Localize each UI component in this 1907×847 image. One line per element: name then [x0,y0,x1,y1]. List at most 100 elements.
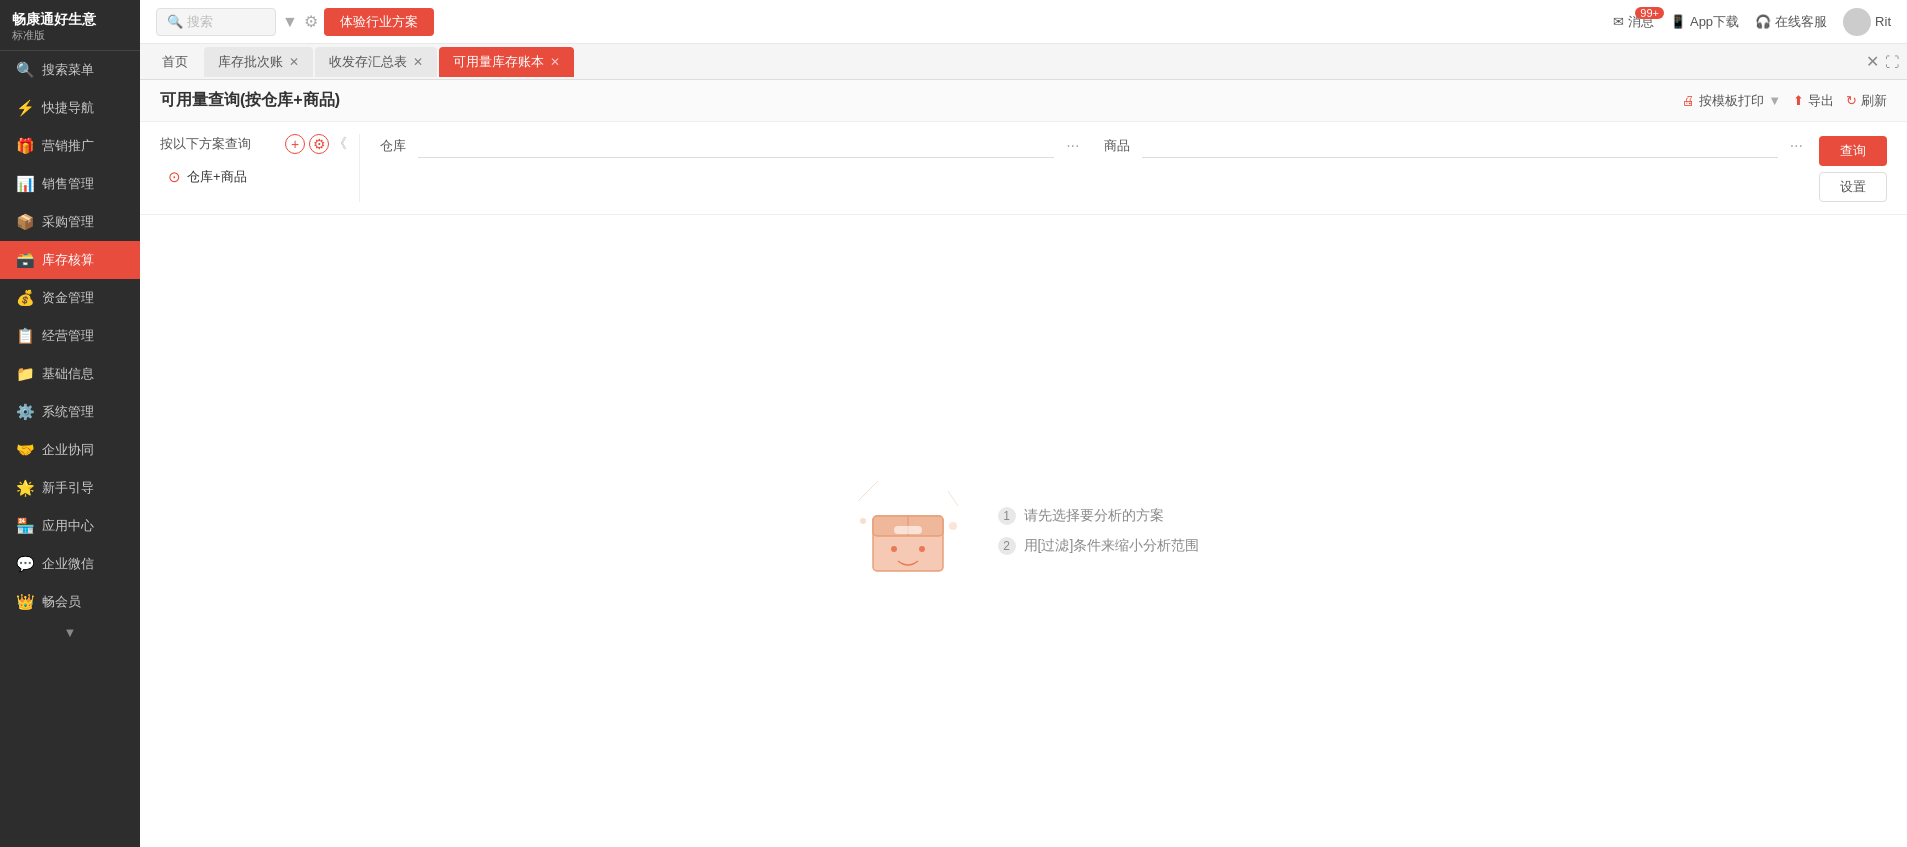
sidebar-item-member[interactable]: 👑 畅会员 [0,583,140,621]
app-download-label: App下载 [1690,13,1739,31]
sidebar-item-finance[interactable]: 💰 资金管理 [0,279,140,317]
sidebar-item-quicknav[interactable]: ⚡ 快捷导航 [0,89,140,127]
tab-available-stock-close[interactable]: ✕ [550,55,560,69]
tab-available-stock-label: 可用量库存账本 [453,53,544,71]
sidebar-item-label: 快捷导航 [42,99,94,117]
refresh-label: 刷新 [1861,92,1887,110]
phone-icon: 📱 [1670,14,1686,29]
filter-row: 仓库 ··· 商品 ··· [380,134,1807,158]
tip-text-2: 用[过滤]条件来缩小分析范围 [1024,537,1200,555]
sidebar-item-purchase[interactable]: 📦 采购管理 [0,203,140,241]
query-button[interactable]: 查询 [1819,136,1887,166]
sidebar-item-wechat[interactable]: 💬 企业微信 [0,545,140,583]
print-button[interactable]: 🖨 按模板打印 ▼ [1682,92,1781,110]
sidebar-item-cooperation[interactable]: 🤝 企业协同 [0,431,140,469]
sidebar-item-label: 企业协同 [42,441,94,459]
sidebar-item-label: 企业微信 [42,555,94,573]
warehouse-input[interactable] [418,134,1054,158]
empty-tips: 1 请先选择要分析的方案 2 用[过滤]条件来缩小分析范围 [998,507,1200,555]
sidebar-item-label: 新手引导 [42,479,94,497]
scheme-collapse-button[interactable]: 《 [333,135,347,153]
app-download-link[interactable]: 📱 App下载 [1670,13,1739,31]
tab-batch-account[interactable]: 库存批次账 ✕ [204,47,313,77]
sidebar-item-guide[interactable]: 🌟 新手引导 [0,469,140,507]
empty-tip-1: 1 请先选择要分析的方案 [998,507,1200,525]
gift-icon: 🎁 [16,137,34,155]
sidebar-item-inventory[interactable]: 🗃️ 库存核算 [0,241,140,279]
tab-batch-account-label: 库存批次账 [218,53,283,71]
product-input[interactable] [1142,134,1778,158]
sidebar-item-search[interactable]: 🔍 搜索菜单 [0,51,140,89]
tab-receipt-summary-label: 收发存汇总表 [329,53,407,71]
online-service-link[interactable]: 🎧 在线客服 [1755,13,1827,31]
sidebar-item-sales[interactable]: 📊 销售管理 [0,165,140,203]
crown-icon: 👑 [16,593,34,611]
message-count: 99+ [1635,7,1664,19]
sidebar-scroll-down[interactable]: ▼ [0,621,140,644]
sidebar-item-appcenter[interactable]: 🏪 应用中心 [0,507,140,545]
search-placeholder: 搜索 [187,13,213,31]
filter-area: 按以下方案查询 + ⚙ 《 ⊙ 仓库+商品 仓库 [140,122,1907,215]
top-bar-right: ✉ 消息 99+ 📱 App下载 🎧 在线客服 Rit [1613,8,1891,36]
lightning-icon: ⚡ [16,99,34,117]
sidebar-item-basic[interactable]: 📁 基础信息 [0,355,140,393]
online-service-label: 在线客服 [1775,13,1827,31]
empty-state: 1 请先选择要分析的方案 2 用[过滤]条件来缩小分析范围 [140,215,1907,847]
sidebar-item-label: 资金管理 [42,289,94,307]
inventory-icon: 🗃️ [16,251,34,269]
sidebar-item-operation[interactable]: 📋 经营管理 [0,317,140,355]
warehouse-more-button[interactable]: ··· [1062,137,1083,155]
star-icon: 🌟 [16,479,34,497]
export-label: 导出 [1808,92,1834,110]
settings-icon[interactable]: ⚙ [304,12,318,31]
tab-available-stock[interactable]: 可用量库存账本 ✕ [439,47,574,77]
add-scheme-button[interactable]: + [285,134,305,154]
scheme-item-label: 仓库+商品 [187,168,247,186]
scheme-item-warehouse-product[interactable]: ⊙ 仓库+商品 [160,162,347,192]
svg-point-5 [919,546,925,552]
sidebar-item-label: 畅会员 [42,593,81,611]
filter-fields: 仓库 ··· 商品 ··· [360,134,1807,202]
box-icon: 📦 [16,213,34,231]
sidebar-item-label: 基础信息 [42,365,94,383]
search-dropdown-icon[interactable]: ▼ [282,13,298,31]
tabs-bar: 首页 库存批次账 ✕ 收发存汇总表 ✕ 可用量库存账本 ✕ ✕ ⛶ [140,44,1907,80]
handshake-icon: 🤝 [16,441,34,459]
action-buttons: 查询 设置 [1807,134,1887,202]
svg-line-6 [858,481,878,501]
tab-batch-account-close[interactable]: ✕ [289,55,299,69]
sidebar-item-label: 库存核算 [42,251,94,269]
sidebar: 畅康通好生意 标准版 🔍 搜索菜单 ⚡ 快捷导航 🎁 营销推广 📊 销售管理 📦… [0,0,140,847]
scheme-actions: + ⚙ 《 [285,134,347,154]
sidebar-item-system[interactable]: ⚙️ 系统管理 [0,393,140,431]
close-all-icon[interactable]: ✕ [1866,52,1879,71]
top-search-box[interactable]: 🔍 搜索 [156,8,276,36]
scheme-settings-button[interactable]: ⚙ [309,134,329,154]
filter-warehouse-field: 仓库 ··· [380,134,1084,158]
print-dropdown-icon[interactable]: ▼ [1768,93,1781,108]
column-settings-button[interactable]: 设置 [1819,172,1887,202]
sidebar-item-label: 搜索菜单 [42,61,94,79]
export-button[interactable]: ⬆ 导出 [1793,92,1834,110]
industry-solution-button[interactable]: 体验行业方案 [324,8,434,36]
page-title: 可用量查询(按仓库+商品) [160,90,340,111]
page-content: 可用量查询(按仓库+商品) 🖨 按模板打印 ▼ ⬆ 导出 ↻ 刷新 [140,80,1907,847]
tab-receipt-summary-close[interactable]: ✕ [413,55,423,69]
clipboard-icon: 📋 [16,327,34,345]
expand-icon[interactable]: ⛶ [1885,54,1899,70]
filter-scheme-header: 按以下方案查询 + ⚙ 《 [160,134,347,154]
message-icon: ✉ [1613,14,1624,29]
tab-receipt-summary[interactable]: 收发存汇总表 ✕ [315,47,437,77]
app-logo: 畅康通好生意 标准版 [0,0,140,51]
refresh-button[interactable]: ↻ 刷新 [1846,92,1887,110]
message-badge[interactable]: ✉ 消息 99+ [1613,13,1654,31]
store-icon: 🏪 [16,517,34,535]
product-label: 商品 [1104,137,1134,155]
tab-home[interactable]: 首页 [148,47,202,77]
sidebar-item-label: 销售管理 [42,175,94,193]
sidebar-item-marketing[interactable]: 🎁 营销推广 [0,127,140,165]
product-more-button[interactable]: ··· [1786,137,1807,155]
top-bar: 🔍 搜索 ▼ ⚙ 体验行业方案 ✉ 消息 99+ 📱 App下载 🎧 在线客服 [140,0,1907,44]
user-profile[interactable]: Rit [1843,8,1891,36]
scheme-label: 按以下方案查询 [160,135,251,153]
